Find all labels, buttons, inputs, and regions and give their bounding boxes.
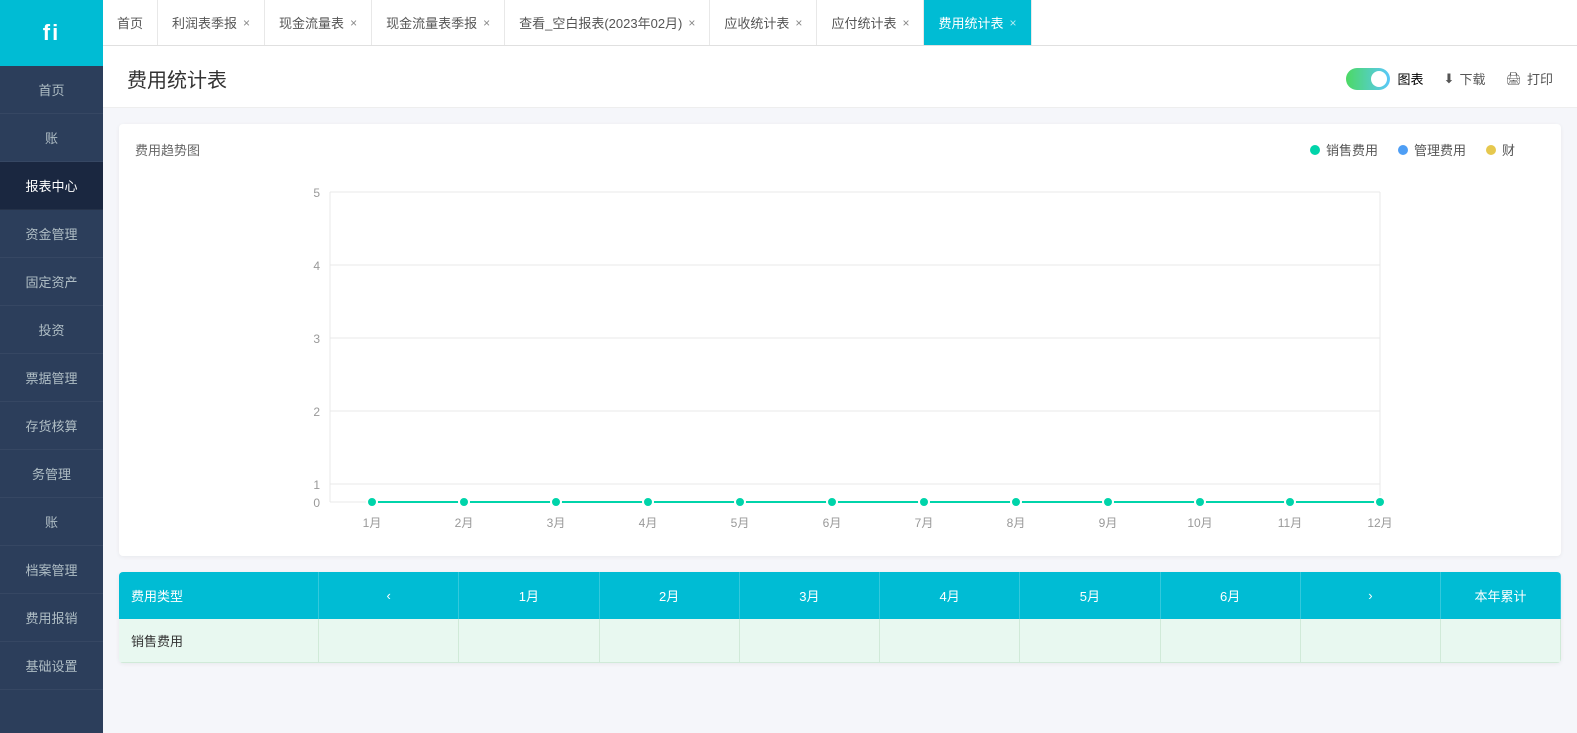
legend-label-admin: 管理费用 (1414, 140, 1466, 159)
svg-text:1月: 1月 (363, 516, 382, 530)
chart-toggle-group: 图表 (1346, 68, 1424, 90)
svg-text:9月: 9月 (1099, 516, 1118, 530)
chart-legend: 销售费用 管理费用 财 (1310, 140, 1515, 159)
sidebar-item-expense-reimbursement[interactable]: 费用报销 (0, 594, 103, 642)
tab-cashflow[interactable]: 现金流量表 × (265, 0, 372, 46)
svg-text:4: 4 (313, 259, 320, 273)
svg-text:0: 0 (313, 496, 320, 510)
sidebar-item-business-management[interactable]: 务管理 (0, 450, 103, 498)
th-next-arrow[interactable]: › (1301, 572, 1441, 619)
td-ytd (1441, 619, 1561, 662)
tab-receivable-stats[interactable]: 应收统计表 × (710, 0, 817, 46)
tab-blank-report[interactable]: 查看_空白报表(2023年02月) × (505, 0, 710, 46)
sidebar-item-fund-management[interactable]: 资金管理 (0, 210, 103, 258)
chart-svg: 5 4 3 2 1 0 1月 (135, 167, 1545, 537)
td-m2 (600, 619, 740, 662)
svg-text:8月: 8月 (1007, 516, 1026, 530)
td-spacer2 (1301, 619, 1441, 662)
chart-toggle-label: 图表 (1398, 69, 1424, 88)
sidebar-item-basic-settings[interactable]: 基础设置 (0, 642, 103, 690)
svg-text:11月: 11月 (1278, 516, 1302, 530)
sidebar-item-ledger[interactable]: 账 (0, 114, 103, 162)
sidebar-item-investment[interactable]: 投资 (0, 306, 103, 354)
tab-payable-stats[interactable]: 应付统计表 × (817, 0, 924, 46)
td-m6 (1161, 619, 1301, 662)
chart-header: 费用趋势图 销售费用 管理费用 财 (135, 140, 1545, 159)
th-month-5: 5月 (1020, 572, 1160, 619)
td-spacer (319, 619, 459, 662)
sidebar-item-inventory[interactable]: 存货核算 (0, 402, 103, 450)
td-m4 (880, 619, 1020, 662)
th-month-4: 4月 (880, 572, 1020, 619)
legend-label-sales: 销售费用 (1326, 140, 1378, 159)
td-type: 销售费用 (119, 619, 319, 662)
tab-close-cashflow-quarterly[interactable]: × (483, 16, 490, 30)
legend-admin-expense: 管理费用 (1398, 140, 1466, 159)
header-actions: 图表 ⬇ 下载 🖨 打印 (1346, 68, 1553, 90)
td-m1 (459, 619, 599, 662)
sidebar-item-ticket-management[interactable]: 票据管理 (0, 354, 103, 402)
tab-home[interactable]: 首页 (103, 0, 158, 46)
main-content: 首页 利润表季报 × 现金流量表 × 现金流量表季报 × 查看_空白报表(202… (103, 0, 1577, 733)
sidebar-item-home[interactable]: 首页 (0, 66, 103, 114)
sidebar-item-file-management[interactable]: 档案管理 (0, 546, 103, 594)
table-header: 费用类型 ‹ 1月 2月 3月 4月 5月 (119, 572, 1561, 619)
legend-sales-expense: 销售费用 (1310, 140, 1378, 159)
th-prev-arrow[interactable]: ‹ (319, 572, 459, 619)
print-button[interactable]: 🖨 打印 (1505, 69, 1553, 88)
page-content: 费用统计表 图表 ⬇ 下载 🖨 打印 费用趋势图 (103, 46, 1577, 733)
th-type: 费用类型 (119, 572, 319, 619)
svg-text:5月: 5月 (731, 516, 750, 530)
legend-finance-expense: 财 (1486, 140, 1515, 159)
svg-text:6月: 6月 (823, 516, 842, 530)
svg-text:3: 3 (313, 332, 320, 346)
svg-text:2: 2 (313, 405, 320, 419)
chart-svg-wrapper: 5 4 3 2 1 0 1月 (135, 167, 1545, 540)
table-row: 销售费用 (119, 619, 1561, 663)
tab-close-expense-stats[interactable]: × (1009, 16, 1016, 30)
th-month-1: 1月 (459, 572, 599, 619)
tab-close-blank-report[interactable]: × (688, 16, 695, 30)
svg-text:5: 5 (313, 186, 320, 200)
sidebar-item-fixed-assets[interactable]: 固定资产 (0, 258, 103, 306)
td-m5 (1020, 619, 1160, 662)
tab-profit-quarterly[interactable]: 利润表季报 × (158, 0, 265, 46)
tab-close-payable-stats[interactable]: × (902, 16, 909, 30)
svg-text:4月: 4月 (639, 516, 658, 530)
page-header: 费用统计表 图表 ⬇ 下载 🖨 打印 (103, 46, 1577, 108)
legend-dot-admin (1398, 145, 1408, 155)
svg-text:3月: 3月 (547, 516, 566, 530)
svg-text:1: 1 (313, 478, 320, 492)
tab-close-cashflow[interactable]: × (350, 16, 357, 30)
chart-toggle[interactable] (1346, 68, 1390, 90)
sidebar-item-report-center[interactable]: 报表中心 (0, 162, 103, 210)
sidebar-logo: fi (0, 0, 103, 66)
svg-text:7月: 7月 (915, 516, 934, 530)
legend-dot-sales (1310, 145, 1320, 155)
chart-section: 费用趋势图 销售费用 管理费用 财 (119, 124, 1561, 556)
print-icon: 🖨 (1505, 71, 1522, 87)
svg-text:12月: 12月 (1367, 516, 1392, 530)
td-m3 (740, 619, 880, 662)
sidebar-item-payable[interactable]: 账 (0, 498, 103, 546)
th-ytd: 本年累计 (1441, 572, 1561, 619)
th-month-3: 3月 (740, 572, 880, 619)
th-month-6: 6月 (1161, 572, 1301, 619)
legend-label-finance: 财 (1502, 140, 1515, 159)
table-section: 费用类型 ‹ 1月 2月 3月 4月 5月 (119, 572, 1561, 663)
chart-title: 费用趋势图 (135, 143, 200, 158)
svg-text:10月: 10月 (1187, 516, 1212, 530)
download-button[interactable]: ⬇ 下载 (1444, 69, 1486, 88)
th-month-2: 2月 (600, 572, 740, 619)
page-title: 费用统计表 (127, 64, 227, 93)
svg-text:2月: 2月 (455, 516, 474, 530)
tab-bar: 首页 利润表季报 × 现金流量表 × 现金流量表季报 × 查看_空白报表(202… (103, 0, 1577, 46)
tab-close-profit-quarterly[interactable]: × (243, 16, 250, 30)
tab-expense-stats[interactable]: 费用统计表 × (924, 0, 1031, 46)
sidebar: fi 首页 账 报表中心 资金管理 固定资产 投资 票据管理 存货核算 务管理 … (0, 0, 103, 733)
legend-dot-finance (1486, 145, 1496, 155)
download-icon: ⬇ (1444, 71, 1455, 87)
tab-cashflow-quarterly[interactable]: 现金流量表季报 × (372, 0, 505, 46)
tab-close-receivable-stats[interactable]: × (795, 16, 802, 30)
